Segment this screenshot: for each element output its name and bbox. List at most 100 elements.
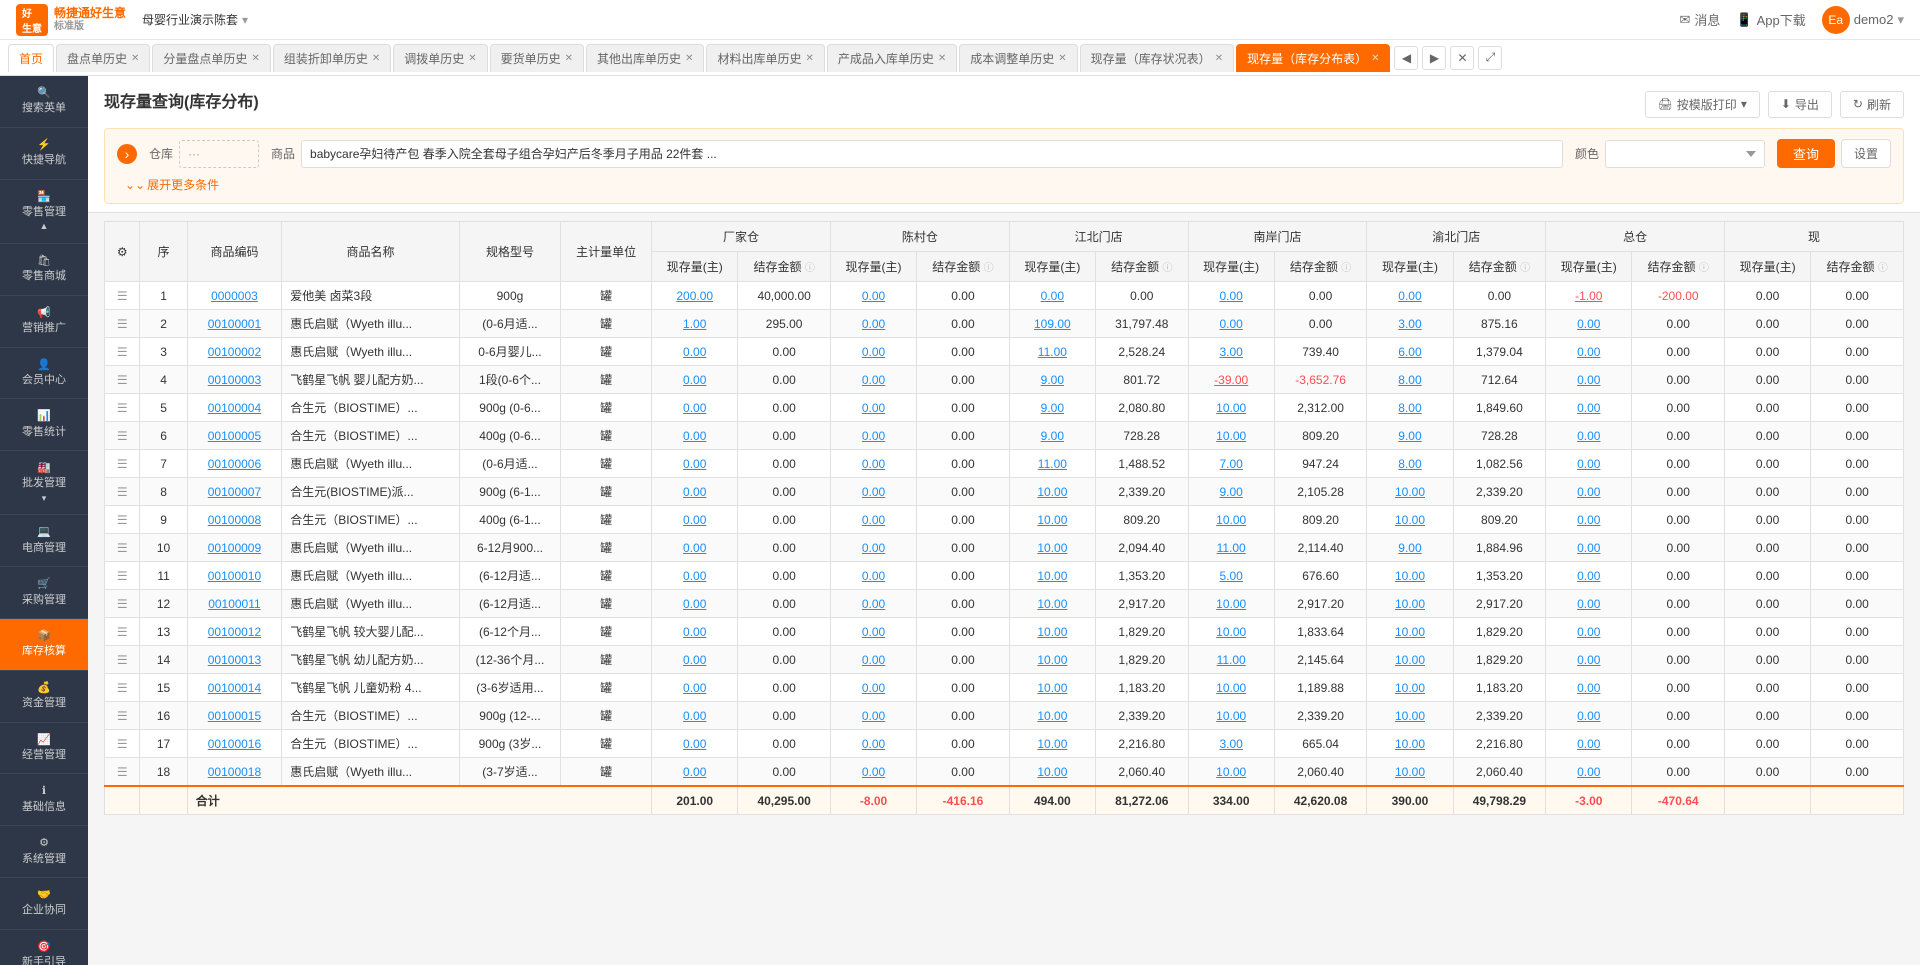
row-cm-qty[interactable]: 0.00 [830,506,916,534]
tab-assembly[interactable]: 组装折卸单历史 ✕ [273,44,391,72]
row-gear[interactable]: ☰ [105,310,140,338]
row-yb-qty[interactable]: 9.00 [1367,534,1453,562]
row-cm-qty[interactable]: 0.00 [830,282,916,310]
row-cm-qty[interactable]: 0.00 [830,758,916,787]
row-jb-qty[interactable]: 10.00 [1009,534,1095,562]
row-zc-qty[interactable]: 0.00 [1546,338,1632,366]
row-code[interactable]: 00100012 [187,618,282,646]
row-zc-qty[interactable]: 0.00 [1546,618,1632,646]
goods-input[interactable] [301,140,1563,168]
row-fj-qty[interactable]: 0.00 [652,450,738,478]
row-code[interactable]: 00100002 [187,338,282,366]
expand-toggle-btn[interactable]: › [117,144,137,164]
row-code[interactable]: 00100018 [187,758,282,787]
row-code[interactable]: 00100016 [187,730,282,758]
sidebar-item-retail-stats[interactable]: 📊 零售统计 [0,399,88,451]
settings-btn[interactable]: 设置 [1841,139,1891,168]
row-na-qty[interactable]: 10.00 [1188,506,1274,534]
tab-stock-dist-close[interactable]: ✕ [1371,53,1379,64]
sidebar-item-ecommerce[interactable]: 💻 电商管理 [0,515,88,567]
sidebar-item-basic[interactable]: ℹ 基础信息 [0,774,88,826]
row-jb-qty[interactable]: 10.00 [1009,674,1095,702]
row-gear[interactable]: ☰ [105,366,140,394]
row-na-qty[interactable]: 0.00 [1188,310,1274,338]
row-fj-qty[interactable]: 0.00 [652,394,738,422]
row-yb-qty[interactable]: 10.00 [1367,674,1453,702]
row-yb-qty[interactable]: 10.00 [1367,590,1453,618]
row-gear[interactable]: ☰ [105,702,140,730]
row-gear[interactable]: ☰ [105,590,140,618]
row-gear[interactable]: ☰ [105,450,140,478]
row-fj-qty[interactable]: 0.00 [652,338,738,366]
tab-other-out-close[interactable]: ✕ [685,53,693,64]
row-jb-qty[interactable]: 10.00 [1009,758,1095,787]
sidebar-item-quicknav[interactable]: ⚡ 快捷导航 [0,128,88,180]
sidebar-item-inventory[interactable]: 📦 库存核算 [0,619,88,671]
row-yb-qty[interactable]: 8.00 [1367,394,1453,422]
row-zc-qty[interactable]: 0.00 [1546,422,1632,450]
row-fj-qty[interactable]: 0.00 [652,730,738,758]
tab-other-out[interactable]: 其他出库单历史 ✕ [586,44,704,72]
row-jb-qty[interactable]: 10.00 [1009,702,1095,730]
row-yb-qty[interactable]: 10.00 [1367,506,1453,534]
row-fj-qty[interactable]: 0.00 [652,422,738,450]
tab-stock-status[interactable]: 现存量（库存状况表） ✕ [1080,44,1234,72]
row-fj-qty[interactable]: 200.00 [652,282,738,310]
row-fj-qty[interactable]: 0.00 [652,478,738,506]
row-code[interactable]: 00100014 [187,674,282,702]
row-gear[interactable]: ☰ [105,394,140,422]
row-jb-qty[interactable]: 10.00 [1009,646,1095,674]
tab-transfer[interactable]: 调拨单历史 ✕ [393,44,487,72]
tab-home[interactable]: 首页 [8,44,54,72]
sidebar-item-retail-store[interactable]: 🛍 零售商城 [0,244,88,296]
row-zc-qty[interactable]: 0.00 [1546,310,1632,338]
row-zc-qty[interactable]: 0.00 [1546,450,1632,478]
row-jb-qty[interactable]: 0.00 [1009,282,1095,310]
row-cm-qty[interactable]: 0.00 [830,562,916,590]
row-yb-qty[interactable]: 10.00 [1367,702,1453,730]
row-cm-qty[interactable]: 0.00 [830,394,916,422]
tab-inventory[interactable]: 盘点单历史 ✕ [56,44,150,72]
row-na-qty[interactable]: 10.00 [1188,590,1274,618]
row-fj-qty[interactable]: 0.00 [652,534,738,562]
row-gear[interactable]: ☰ [105,506,140,534]
row-na-qty[interactable]: 3.00 [1188,730,1274,758]
row-zc-qty[interactable]: 0.00 [1546,478,1632,506]
row-gear[interactable]: ☰ [105,674,140,702]
row-jb-qty[interactable]: 11.00 [1009,338,1095,366]
row-na-qty[interactable]: 5.00 [1188,562,1274,590]
row-jb-qty[interactable]: 9.00 [1009,366,1095,394]
row-cm-qty[interactable]: 0.00 [830,338,916,366]
row-jb-qty[interactable]: 109.00 [1009,310,1095,338]
row-zc-qty[interactable]: 0.00 [1546,730,1632,758]
row-fj-qty[interactable]: 0.00 [652,618,738,646]
row-fj-qty[interactable]: 0.00 [652,674,738,702]
row-gear[interactable]: ☰ [105,646,140,674]
row-yb-qty[interactable]: 10.00 [1367,646,1453,674]
row-jb-qty[interactable]: 10.00 [1009,562,1095,590]
row-na-qty[interactable]: 0.00 [1188,282,1274,310]
row-zc-qty[interactable]: 0.00 [1546,646,1632,674]
row-cm-qty[interactable]: 0.00 [830,702,916,730]
sidebar-item-retail[interactable]: 🏪 零售管理 ▲ [0,180,88,244]
row-zc-qty[interactable]: 0.00 [1546,562,1632,590]
row-zc-qty[interactable]: 0.00 [1546,534,1632,562]
row-jb-qty[interactable]: 11.00 [1009,450,1095,478]
sidebar-item-operation[interactable]: 📈 经营管理 [0,723,88,775]
tab-cost-adj[interactable]: 成本调整单历史 ✕ [959,44,1077,72]
color-select[interactable] [1605,140,1765,168]
expand-more-btn[interactable]: ⌄⌄ 展开更多条件 [125,176,219,193]
row-yb-qty[interactable]: 10.00 [1367,478,1453,506]
row-gear[interactable]: ☰ [105,618,140,646]
row-gear[interactable]: ☰ [105,534,140,562]
row-zc-qty[interactable]: 0.00 [1546,590,1632,618]
tab-material-out[interactable]: 材料出库单历史 ✕ [706,44,824,72]
row-code[interactable]: 00100006 [187,450,282,478]
row-fj-qty[interactable]: 0.00 [652,562,738,590]
tab-cost-adj-close[interactable]: ✕ [1058,53,1066,64]
industry-selector[interactable]: 母婴行业演示陈套 ▾ [142,11,248,28]
row-cm-qty[interactable]: 0.00 [830,310,916,338]
tab-close-all-btn[interactable]: ✕ [1450,46,1474,70]
tab-stock-dist[interactable]: 现存量（库存分布表） ✕ [1236,44,1390,72]
row-gear[interactable]: ☰ [105,338,140,366]
